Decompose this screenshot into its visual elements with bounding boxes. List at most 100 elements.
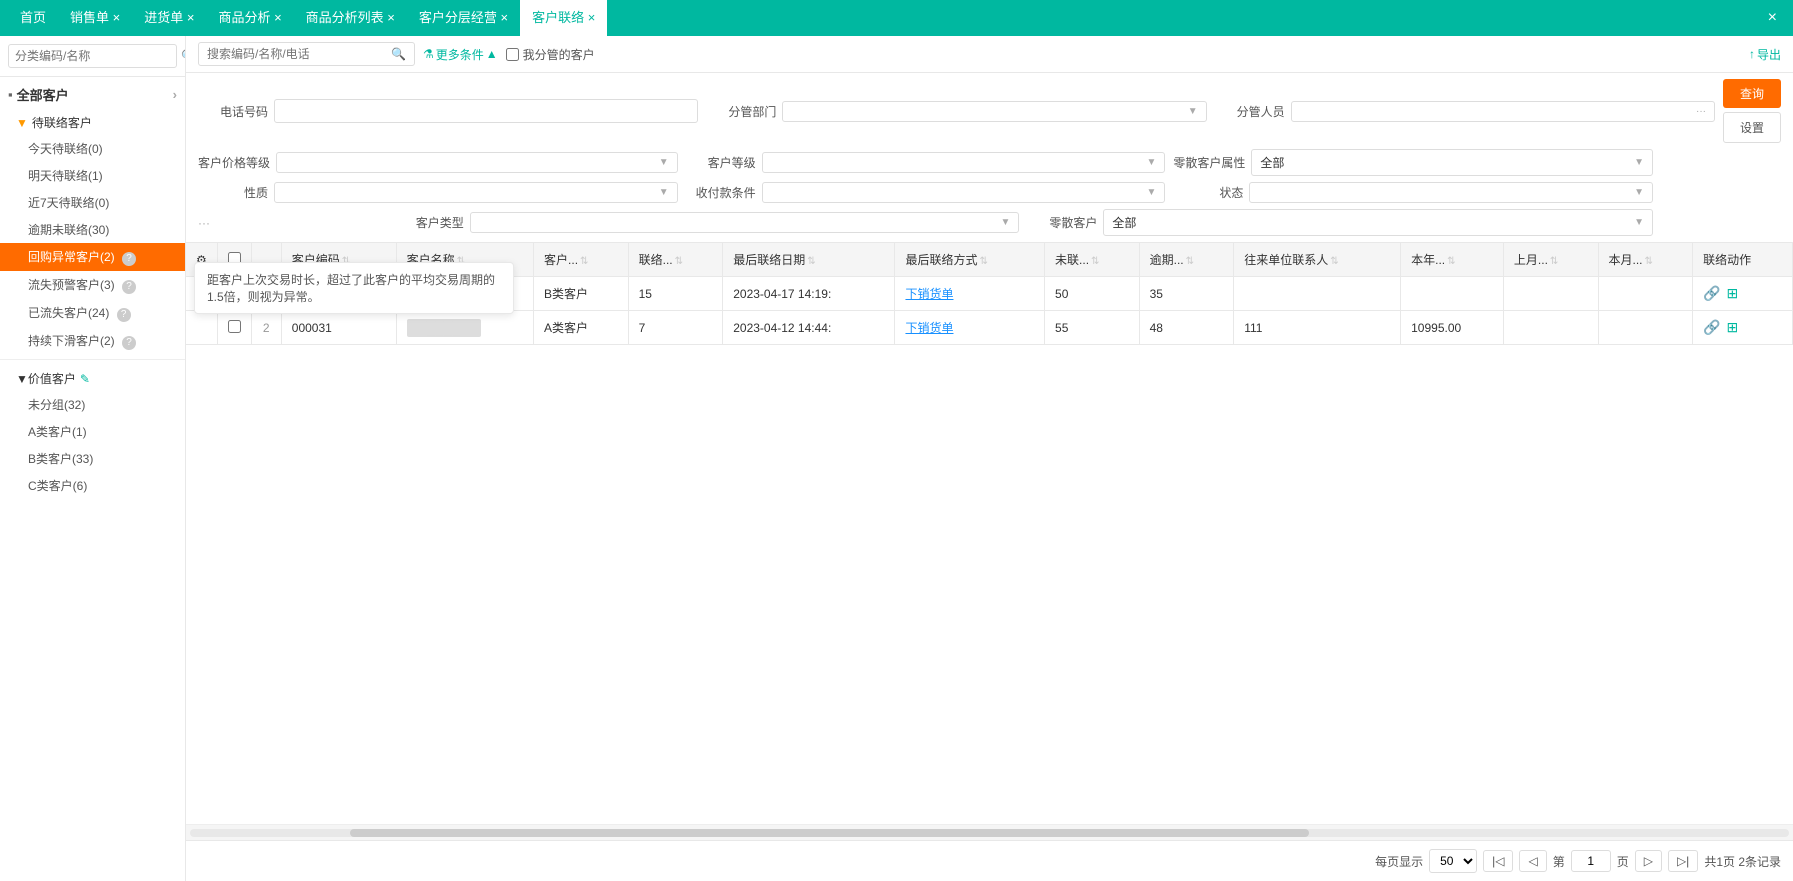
contact-col-header[interactable]: 联络...⇅: [628, 243, 723, 277]
more-conditions-label: 更多条件: [436, 46, 484, 63]
sidebar-overdue-pending[interactable]: 逾期未联络(30): [0, 216, 185, 243]
last-page-button[interactable]: ▷|: [1668, 850, 1698, 872]
retail-customer-value: 全部: [1112, 214, 1136, 231]
sidebar: 🔍 ▪ 全部客户 › ▼ 待联络客户 今天待联络(0) 明天待联络(1) 近7天…: [0, 36, 186, 881]
scrollbar-track[interactable]: [190, 829, 1789, 837]
row1-pending: 50: [1045, 277, 1140, 311]
customer-grade-select[interactable]: ▼: [762, 152, 1166, 173]
retail-customer-select[interactable]: 全部 ▼: [1103, 209, 1653, 236]
sidebar-c-class[interactable]: C类客户(6): [0, 472, 185, 499]
sidebar-lost-preview[interactable]: 流失预警客户(3) ?: [0, 271, 185, 299]
prev-page-button[interactable]: ◁: [1519, 850, 1546, 872]
row2-action-grid-icon[interactable]: ⊞: [1727, 319, 1739, 336]
more-dots[interactable]: ···: [198, 216, 210, 230]
row2-last-contact-method[interactable]: 下销货单: [895, 311, 1045, 345]
scrollbar-thumb[interactable]: [350, 829, 1309, 837]
nav-home[interactable]: 首页: [8, 0, 58, 36]
next-page-button[interactable]: ▷: [1635, 850, 1662, 872]
pending-col-header[interactable]: 未联...⇅: [1045, 243, 1140, 277]
this-year-col-header[interactable]: 本年...⇅: [1401, 243, 1504, 277]
row2-action-icons: 🔗 ⊞: [1703, 319, 1782, 336]
row1-last-contact-method[interactable]: 下销货单: [895, 277, 1045, 311]
row2-checkbox-cell[interactable]: [217, 311, 251, 345]
row2-contact-method-link[interactable]: 下销货单: [905, 321, 953, 335]
dept-select[interactable]: ▼: [782, 101, 1206, 122]
valued-customer-group[interactable]: ▼ 价值客户 ✎: [0, 364, 185, 391]
status-select[interactable]: ▼: [1249, 182, 1653, 203]
export-button[interactable]: ↑ 导出: [1749, 46, 1781, 63]
nav-sales[interactable]: 销售单 ×: [58, 0, 132, 36]
sidebar-declining[interactable]: 持续下滑客户(2) ?: [0, 327, 185, 355]
this-month-col-header[interactable]: 本月...⇅: [1598, 243, 1693, 277]
search-icon[interactable]: 🔍: [391, 47, 406, 61]
row2-this-year: 10995.00: [1401, 311, 1504, 345]
payment-select[interactable]: ▼: [762, 182, 1166, 203]
sidebar-rebuy-abnormal[interactable]: 回购异常客户(2) ?: [0, 243, 185, 271]
declining-label: 持续下滑客户(2): [28, 334, 115, 348]
row1-contact-method-link[interactable]: 下销货单: [905, 287, 953, 301]
declining-info-icon[interactable]: ?: [122, 336, 136, 350]
overdue-col-header[interactable]: 逾期...⇅: [1139, 243, 1234, 277]
nature-select[interactable]: ▼: [274, 182, 678, 203]
rebuy-info-icon[interactable]: ?: [122, 252, 136, 266]
query-button[interactable]: 查询: [1723, 79, 1781, 108]
row2-actions: 🔗 ⊞: [1693, 311, 1793, 345]
sidebar-unclassified[interactable]: 未分组(32): [0, 391, 185, 418]
all-customers-header[interactable]: ▪ 全部客户 ›: [0, 77, 185, 108]
sidebar-b-class[interactable]: B类客户(33): [0, 445, 185, 472]
sidebar-search-input[interactable]: [8, 44, 177, 68]
nav-customer-segmentation[interactable]: 客户分层经营 ×: [407, 0, 520, 36]
price-grade-select[interactable]: ▼: [276, 152, 678, 173]
nav-purchase[interactable]: 进货单 ×: [132, 0, 206, 36]
last-contact-method-col-header[interactable]: 最后联络方式⇅: [895, 243, 1045, 277]
pending-contact-group[interactable]: ▼ 待联络客户: [0, 108, 185, 135]
lost-info-icon[interactable]: ?: [117, 308, 131, 322]
valued-edit-icon[interactable]: ✎: [80, 372, 90, 386]
retail-attr-field: 零散客户属性 全部 ▼: [1173, 149, 1653, 176]
retail-attr-value: 全部: [1260, 154, 1284, 171]
retail-attr-select[interactable]: 全部 ▼: [1251, 149, 1653, 176]
export-icon: ↑: [1749, 47, 1755, 61]
horizontal-scrollbar[interactable]: [186, 824, 1793, 840]
row2-action-link-icon[interactable]: 🔗: [1703, 319, 1720, 336]
row1-action-grid-icon[interactable]: ⊞: [1727, 285, 1739, 302]
per-page-select[interactable]: 50: [1429, 849, 1477, 873]
row2-code[interactable]: 000031: [281, 311, 396, 345]
company-contact-col-header[interactable]: 往来单位联系人⇅: [1234, 243, 1401, 277]
phone-input[interactable]: [274, 99, 698, 123]
sidebar-right-arrow[interactable]: ›: [173, 87, 177, 102]
category-col-header[interactable]: 客户...⇅: [534, 243, 629, 277]
page-number-input[interactable]: [1571, 850, 1611, 872]
export-label: 导出: [1757, 46, 1781, 63]
row2-pending: 55: [1045, 311, 1140, 345]
collapse-icon[interactable]: ▪: [8, 87, 13, 102]
setting-button[interactable]: 设置: [1723, 112, 1781, 143]
manager-select[interactable]: ···: [1291, 101, 1715, 122]
last-month-col-header[interactable]: 上月...⇅: [1503, 243, 1598, 277]
close-button[interactable]: ×: [1760, 9, 1785, 27]
row2-name[interactable]: ████: [396, 311, 533, 345]
row2-checkbox[interactable]: [228, 320, 241, 333]
dept-label: 分管部门: [706, 103, 776, 120]
sidebar-content: ▪ 全部客户 › ▼ 待联络客户 今天待联络(0) 明天待联络(1) 近7天待联…: [0, 77, 185, 881]
top-navigation: 首页 销售单 × 进货单 × 商品分析 × 商品分析列表 × 客户分层经营 × …: [0, 0, 1793, 36]
row2-last-contact-date: 2023-04-12 14:44:: [723, 311, 895, 345]
nav-product-list[interactable]: 商品分析列表 ×: [294, 0, 407, 36]
sidebar-a-class[interactable]: A类客户(1): [0, 418, 185, 445]
lost-preview-info-icon[interactable]: ?: [122, 280, 136, 294]
my-customer-checkbox[interactable]: [506, 48, 519, 61]
nav-product-analysis[interactable]: 商品分析 ×: [206, 0, 293, 36]
sidebar-7day-pending[interactable]: 近7天待联络(0): [0, 189, 185, 216]
first-page-button[interactable]: |◁: [1483, 850, 1513, 872]
nav-customer-contact[interactable]: 客户联络 ×: [520, 0, 607, 36]
my-customer-filter[interactable]: 我分管的客户: [506, 46, 595, 63]
more-conditions-button[interactable]: ⚗ 更多条件 ▲: [423, 46, 498, 63]
retail-attr-arrow-icon: ▼: [1634, 157, 1644, 168]
sidebar-today-pending[interactable]: 今天待联络(0): [0, 135, 185, 162]
customer-type-select[interactable]: ▼: [470, 212, 1020, 233]
last-contact-date-col-header[interactable]: 最后联络日期⇅: [723, 243, 895, 277]
row1-action-link-icon[interactable]: 🔗: [1703, 285, 1720, 302]
search-input[interactable]: [207, 47, 387, 61]
sidebar-lost[interactable]: 已流失客户(24) ?: [0, 299, 185, 327]
sidebar-tomorrow-pending[interactable]: 明天待联络(1): [0, 162, 185, 189]
